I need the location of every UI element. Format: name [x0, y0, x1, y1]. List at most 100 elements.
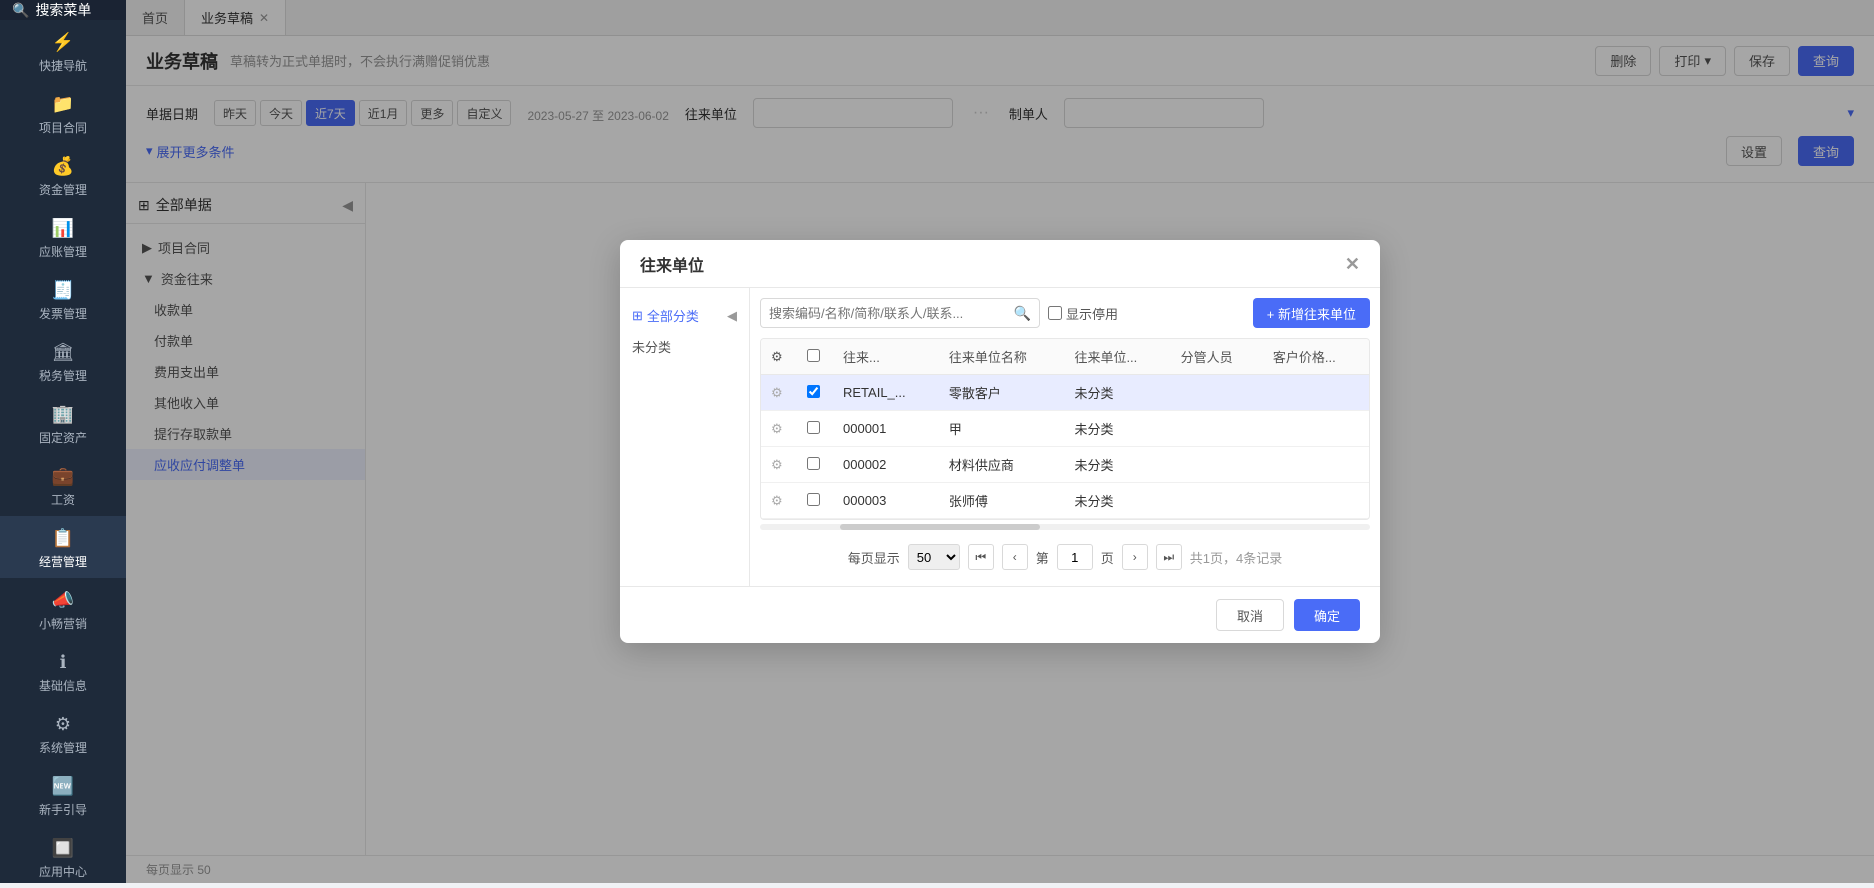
- modal-right-content: 🔍 显示停用 + 新增往来单位 ⚙: [750, 288, 1380, 586]
- col-header-code: 往来...: [833, 339, 939, 375]
- modal-tree-collapse-icon[interactable]: ◀: [727, 308, 737, 324]
- system-icon: ⚙: [55, 714, 71, 735]
- apps-icon: 🔲: [52, 838, 74, 859]
- col-header-category: 往来单位...: [1064, 339, 1170, 375]
- row-name-cell: 零散客户: [939, 375, 1065, 411]
- modal-data-table: ⚙ 往来... 往来单位名称 往来单位... 分管人员 客户价格...: [760, 338, 1370, 520]
- sidebar-item-marketing[interactable]: 📣 小畅营销: [0, 578, 126, 640]
- account-icon: 📊: [52, 218, 74, 239]
- quick-nav-icon: ⚡: [52, 32, 74, 53]
- sidebar-item-label: 发票管理: [39, 305, 87, 322]
- show-disabled-group: 显示停用: [1048, 304, 1118, 323]
- invoice-icon: 🧾: [52, 280, 74, 301]
- row-check-cell[interactable]: [797, 411, 833, 447]
- sidebar-item-label: 固定资产: [39, 429, 87, 446]
- finance-icon: 💰: [52, 156, 74, 177]
- search-icon[interactable]: 🔍: [1014, 305, 1031, 322]
- last-page-button[interactable]: ⏭: [1156, 544, 1182, 570]
- sidebar-header[interactable]: 🔍 搜索菜单: [0, 0, 126, 20]
- row-name-cell: 材料供应商: [939, 447, 1065, 483]
- show-disabled-label: 显示停用: [1066, 304, 1118, 323]
- select-all-checkbox[interactable]: [807, 349, 820, 362]
- partner-modal: 往来单位 ✕ ⊞ 全部分类 ◀ 未分类: [620, 240, 1380, 643]
- row-check-cell[interactable]: [797, 483, 833, 519]
- marketing-icon: 📣: [52, 590, 74, 611]
- basic-info-icon: ℹ: [60, 652, 67, 673]
- page-number-input[interactable]: [1057, 544, 1093, 570]
- row-category-cell: 未分类: [1064, 483, 1170, 519]
- sidebar-item-label: 工资: [51, 491, 75, 508]
- sidebar-item-assets[interactable]: 🏢 固定资产: [0, 392, 126, 454]
- sidebar-item-label: 应账管理: [39, 243, 87, 260]
- table-row[interactable]: ⚙ 000001 甲 未分类: [761, 411, 1369, 447]
- modal-search-input[interactable]: [769, 306, 1010, 321]
- salary-icon: 💼: [52, 466, 74, 487]
- next-page-button[interactable]: ›: [1122, 544, 1148, 570]
- table-row[interactable]: ⚙ RETAIL_... 零散客户 未分类: [761, 375, 1369, 411]
- table-row[interactable]: ⚙ 000002 材料供应商 未分类: [761, 447, 1369, 483]
- modal-footer: 取消 确定: [620, 586, 1380, 643]
- per-page-label: 每页显示: [848, 548, 900, 567]
- tax-icon: 🏛: [52, 342, 75, 363]
- modal-header: 往来单位 ✕: [620, 240, 1380, 288]
- confirm-button[interactable]: 确定: [1294, 599, 1360, 631]
- modal-tree: ⊞ 全部分类 ◀ 未分类: [620, 288, 750, 586]
- row-code-cell: 000001: [833, 411, 939, 447]
- first-page-button[interactable]: ⏮: [968, 544, 994, 570]
- row-price-cell: [1263, 447, 1369, 483]
- row-code-cell: 000003: [833, 483, 939, 519]
- row-category-cell: 未分类: [1064, 375, 1170, 411]
- sidebar-item-label: 税务管理: [39, 367, 87, 384]
- modal-tree-unclassified[interactable]: 未分类: [620, 331, 749, 362]
- sidebar-item-quick-nav[interactable]: ⚡ 快捷导航: [0, 20, 126, 82]
- row-checkbox[interactable]: [807, 493, 820, 506]
- total-info: 共1页，4条记录: [1190, 548, 1282, 567]
- sidebar-item-ops[interactable]: 📋 经营管理: [0, 516, 126, 578]
- sidebar-item-project[interactable]: 📁 项目合同: [0, 82, 126, 144]
- sidebar-item-account[interactable]: 📊 应账管理: [0, 206, 126, 268]
- page-label: 第: [1036, 548, 1049, 567]
- sidebar-item-label: 小畅营销: [39, 615, 87, 632]
- col-header-price: 客户价格...: [1263, 339, 1369, 375]
- modal-search-box[interactable]: 🔍: [760, 298, 1040, 328]
- add-partner-button[interactable]: + 新增往来单位: [1253, 298, 1370, 328]
- row-check-cell[interactable]: [797, 447, 833, 483]
- modal-pagination: 每页显示 50 100 200 ⏮ ‹ 第 页 › ⏭ 共1页，4条记: [760, 534, 1370, 576]
- sidebar-item-salary[interactable]: 💼 工资: [0, 454, 126, 516]
- row-manager-cell: [1171, 447, 1263, 483]
- sidebar-item-guide[interactable]: 🆕 新手引导: [0, 764, 126, 826]
- per-page-select[interactable]: 50 100 200: [908, 544, 960, 570]
- sidebar-item-basic-info[interactable]: ℹ 基础信息: [0, 640, 126, 702]
- row-check-cell[interactable]: [797, 375, 833, 411]
- row-price-cell: [1263, 375, 1369, 411]
- sidebar-item-system[interactable]: ⚙ 系统管理: [0, 702, 126, 764]
- cancel-button[interactable]: 取消: [1216, 599, 1284, 631]
- ops-icon: 📋: [52, 528, 74, 549]
- scrollbar-thumb[interactable]: [840, 524, 1040, 530]
- show-disabled-checkbox[interactable]: [1048, 306, 1062, 320]
- row-icon-cell: ⚙: [761, 447, 797, 483]
- prev-page-button[interactable]: ‹: [1002, 544, 1028, 570]
- sidebar-item-label: 经营管理: [39, 553, 87, 570]
- sidebar-item-apps[interactable]: 🔲 应用中心: [0, 826, 126, 888]
- row-checkbox[interactable]: [807, 421, 820, 434]
- modal-tree-all[interactable]: ⊞ 全部分类 ◀: [620, 300, 749, 331]
- row-price-cell: [1263, 411, 1369, 447]
- sidebar-item-invoice[interactable]: 🧾 发票管理: [0, 268, 126, 330]
- row-name-cell: 甲: [939, 411, 1065, 447]
- row-icon-cell: ⚙: [761, 375, 797, 411]
- modal-close-button[interactable]: ✕: [1345, 255, 1360, 273]
- row-code-cell: 000002: [833, 447, 939, 483]
- sidebar-item-tax[interactable]: 🏛 税务管理: [0, 330, 126, 392]
- table-row[interactable]: ⚙ 000003 张师傅 未分类: [761, 483, 1369, 519]
- row-checkbox[interactable]: [807, 457, 820, 470]
- main-area: 首页 业务草稿 ✕ 业务草稿 草稿转为正式单据时，不会执行满赠促销优惠 删除 打…: [126, 0, 1874, 883]
- row-checkbox[interactable]: [807, 385, 820, 398]
- sidebar: 🔍 搜索菜单 ⚡ 快捷导航 📁 项目合同 💰 资金管理 📊 应账管理 🧾 发票管…: [0, 0, 126, 883]
- modal-overlay: 往来单位 ✕ ⊞ 全部分类 ◀ 未分类: [126, 0, 1874, 883]
- sidebar-item-label: 资金管理: [39, 181, 87, 198]
- sidebar-item-finance[interactable]: 💰 资金管理: [0, 144, 126, 206]
- horizontal-scrollbar[interactable]: [760, 524, 1370, 530]
- sidebar-item-label: 应用中心: [39, 863, 87, 880]
- sidebar-item-label: 基础信息: [39, 677, 87, 694]
